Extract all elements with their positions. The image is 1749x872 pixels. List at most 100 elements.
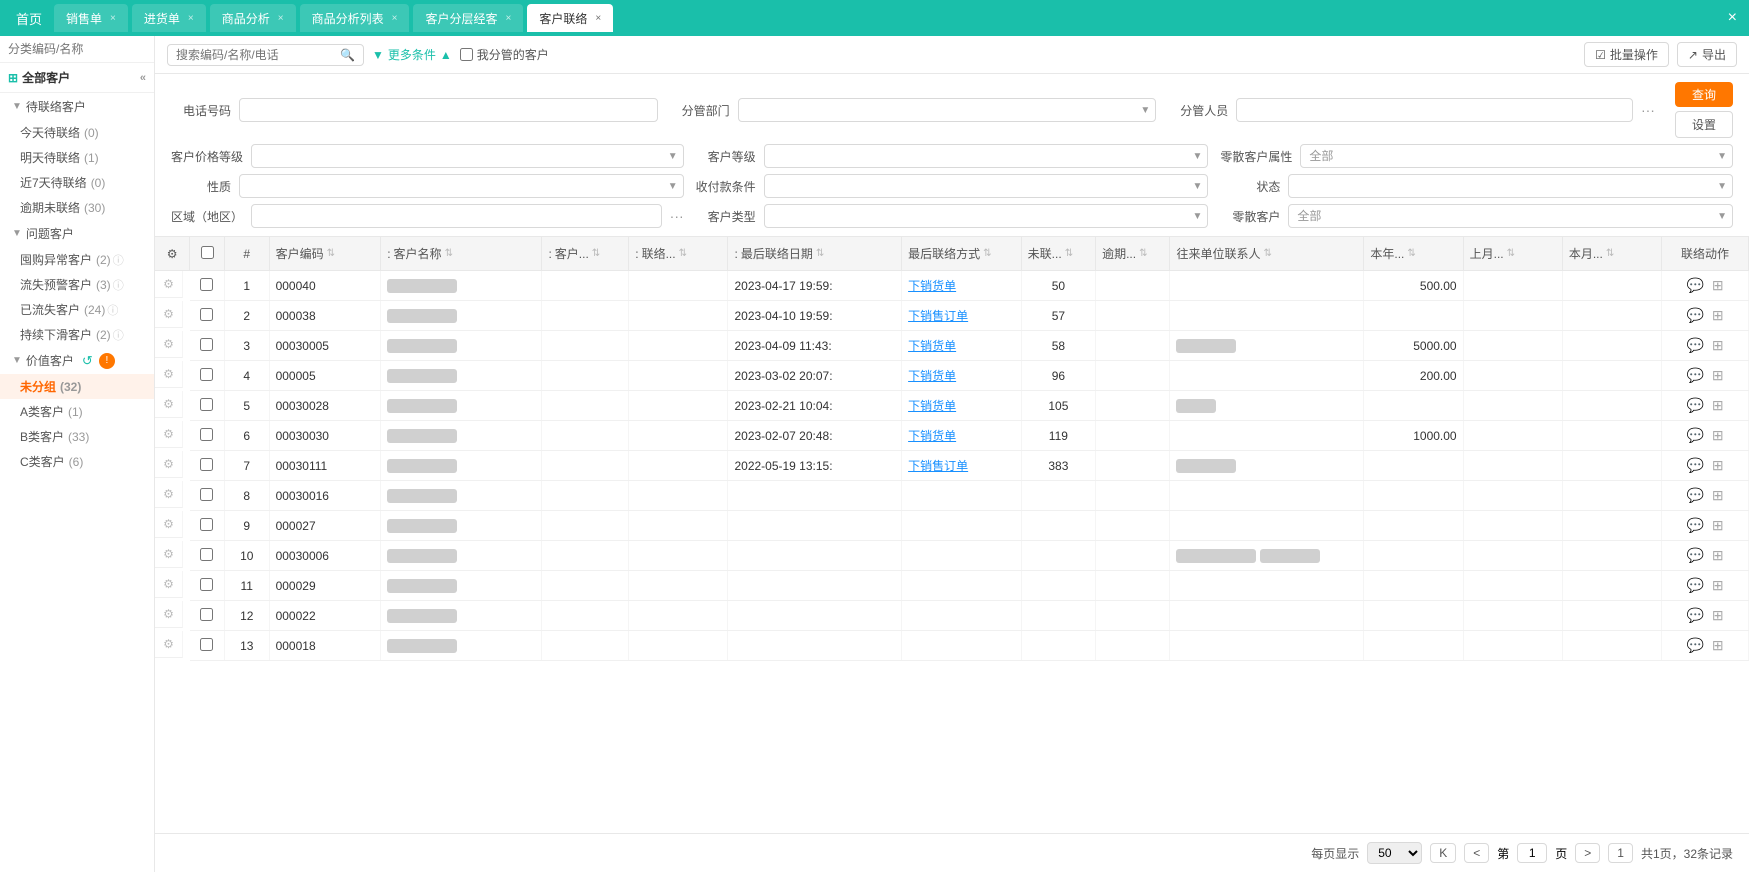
- table-cell[interactable]: ⚙: [155, 541, 183, 568]
- row-gear-icon[interactable]: ⚙: [163, 637, 174, 651]
- sidebar-item-today[interactable]: 今天待联络(0): [0, 120, 154, 145]
- group-pending-contact[interactable]: ▼ 待联络客户: [0, 93, 154, 120]
- group-problem-customers[interactable]: ▼ 问题客户: [0, 220, 154, 247]
- row-gear-icon[interactable]: ⚙: [163, 607, 174, 621]
- apps-action-icon[interactable]: ⊞: [1712, 487, 1724, 504]
- th-gear[interactable]: ⚙: [155, 237, 190, 271]
- gear-settings-icon[interactable]: ⚙: [167, 247, 178, 261]
- chat-action-icon[interactable]: 💬: [1686, 337, 1703, 354]
- th-last-month[interactable]: 上月...⇅: [1463, 237, 1562, 271]
- collapse-icon[interactable]: «: [140, 72, 146, 84]
- th-last-date[interactable]: :最后联络日期⇅: [728, 237, 902, 271]
- apps-action-icon[interactable]: ⊞: [1712, 397, 1724, 414]
- customer-level-select[interactable]: [764, 144, 1209, 168]
- table-cell[interactable]: [190, 631, 225, 661]
- customer-type-select[interactable]: [764, 204, 1209, 228]
- row-gear-icon[interactable]: ⚙: [163, 307, 174, 321]
- sort-overdue-icon[interactable]: ⇅: [1139, 248, 1147, 259]
- close-tab-purchase[interactable]: ×: [188, 13, 194, 24]
- row-gear-icon[interactable]: ⚙: [163, 457, 174, 471]
- tab-product-analysis-list[interactable]: 商品分析列表 ×: [300, 4, 410, 32]
- row-checkbox[interactable]: [200, 458, 213, 471]
- row-checkbox[interactable]: [200, 518, 213, 531]
- th-checkbox[interactable]: [190, 237, 225, 271]
- dept-select[interactable]: [738, 98, 1157, 122]
- table-cell[interactable]: [190, 391, 225, 421]
- prev-page-btn[interactable]: <: [1464, 843, 1489, 863]
- table-cell[interactable]: ⚙: [155, 361, 183, 388]
- sidebar-item-7days[interactable]: 近7天待联络(0): [0, 170, 154, 195]
- table-cell[interactable]: [190, 451, 225, 481]
- row-checkbox[interactable]: [200, 608, 213, 621]
- table-cell[interactable]: [190, 541, 225, 571]
- method-link[interactable]: 下销货单: [908, 369, 956, 383]
- row-gear-icon[interactable]: ⚙: [163, 367, 174, 381]
- row-checkbox[interactable]: [200, 638, 213, 651]
- sidebar-search-input[interactable]: [8, 42, 155, 56]
- select-all-checkbox[interactable]: [201, 246, 214, 259]
- th-code[interactable]: 客户编码⇅: [269, 237, 381, 271]
- chat-action-icon[interactable]: 💬: [1686, 637, 1703, 654]
- th-partner[interactable]: 往来单位联系人⇅: [1170, 237, 1364, 271]
- table-cell[interactable]: [190, 481, 225, 511]
- table-cell[interactable]: ⚙: [155, 331, 183, 358]
- table-cell[interactable]: ⚙: [155, 571, 183, 598]
- apps-action-icon[interactable]: ⊞: [1712, 307, 1724, 324]
- manager-more-icon[interactable]: ···: [1641, 102, 1655, 118]
- nav-home[interactable]: 首页: [8, 9, 50, 28]
- my-customers-checkbox[interactable]: [460, 48, 473, 61]
- apps-action-icon[interactable]: ⊞: [1712, 517, 1724, 534]
- sidebar-item-warning[interactable]: 流失预警客户(3) ⓘ: [0, 272, 154, 297]
- sort-thismonth-icon[interactable]: ⇅: [1606, 248, 1614, 259]
- sort-contact-icon[interactable]: ⇅: [679, 248, 687, 259]
- sort-level-icon[interactable]: ⇅: [592, 248, 600, 259]
- last-page-btn[interactable]: 1: [1608, 843, 1633, 863]
- row-checkbox[interactable]: [200, 308, 213, 321]
- retail-attr-select[interactable]: 全部: [1300, 144, 1733, 168]
- chat-action-icon[interactable]: 💬: [1686, 397, 1703, 414]
- apps-action-icon[interactable]: ⊞: [1712, 367, 1724, 384]
- th-name[interactable]: :客户名称⇅: [381, 237, 542, 271]
- sidebar-item-abnormal[interactable]: 囤购异常客户(2) ⓘ: [0, 247, 154, 272]
- table-cell[interactable]: [190, 331, 225, 361]
- th-contact[interactable]: :联络...⇅: [629, 237, 728, 271]
- apps-action-icon[interactable]: ⊞: [1712, 607, 1724, 624]
- table-cell[interactable]: [190, 361, 225, 391]
- region-more-icon[interactable]: ···: [670, 208, 684, 224]
- group-value-customers[interactable]: ▼ 价值客户 ↺ !: [0, 347, 154, 374]
- reset-btn[interactable]: 设置: [1675, 111, 1733, 138]
- table-cell[interactable]: ⚙: [155, 451, 183, 478]
- tab-sales-order[interactable]: 销售单 ×: [54, 4, 128, 32]
- sidebar-item-a-class[interactable]: A类客户(1): [0, 399, 154, 424]
- table-cell[interactable]: ⚙: [155, 271, 183, 298]
- chat-action-icon[interactable]: 💬: [1686, 517, 1703, 534]
- refresh-icon[interactable]: ↺: [82, 353, 93, 369]
- method-link[interactable]: 下销货单: [908, 429, 956, 443]
- more-filters-btn[interactable]: ▼ 更多条件 ▲: [372, 46, 452, 63]
- method-link[interactable]: 下销售订单: [908, 309, 968, 323]
- row-checkbox[interactable]: [200, 338, 213, 351]
- row-gear-icon[interactable]: ⚙: [163, 397, 174, 411]
- row-gear-icon[interactable]: ⚙: [163, 577, 174, 591]
- sidebar-item-c-class[interactable]: C类客户(6): [0, 449, 154, 474]
- method-link[interactable]: 下销售订单: [908, 459, 968, 473]
- th-last-method[interactable]: 最后联络方式⇅: [902, 237, 1022, 271]
- close-tab-analysis[interactable]: ×: [278, 13, 284, 24]
- table-cell[interactable]: [190, 271, 225, 301]
- chat-action-icon[interactable]: 💬: [1686, 307, 1703, 324]
- chat-action-icon[interactable]: 💬: [1686, 427, 1703, 444]
- manager-input[interactable]: [1236, 98, 1633, 122]
- row-gear-icon[interactable]: ⚙: [163, 277, 174, 291]
- sort-partner-icon[interactable]: ⇅: [1264, 248, 1272, 259]
- sort-name-icon[interactable]: ⇅: [445, 248, 453, 259]
- table-cell[interactable]: [190, 301, 225, 331]
- payment-select[interactable]: [764, 174, 1209, 198]
- sidebar-item-overdue[interactable]: 逾期未联络(30): [0, 195, 154, 220]
- th-level[interactable]: :客户...⇅: [542, 237, 629, 271]
- sort-date-icon[interactable]: ⇅: [816, 248, 824, 259]
- apps-action-icon[interactable]: ⊞: [1712, 457, 1724, 474]
- chat-action-icon[interactable]: 💬: [1686, 487, 1703, 504]
- sort-year-icon[interactable]: ⇅: [1407, 248, 1415, 259]
- apps-action-icon[interactable]: ⊞: [1712, 547, 1724, 564]
- th-uncontact[interactable]: 未联...⇅: [1021, 237, 1095, 271]
